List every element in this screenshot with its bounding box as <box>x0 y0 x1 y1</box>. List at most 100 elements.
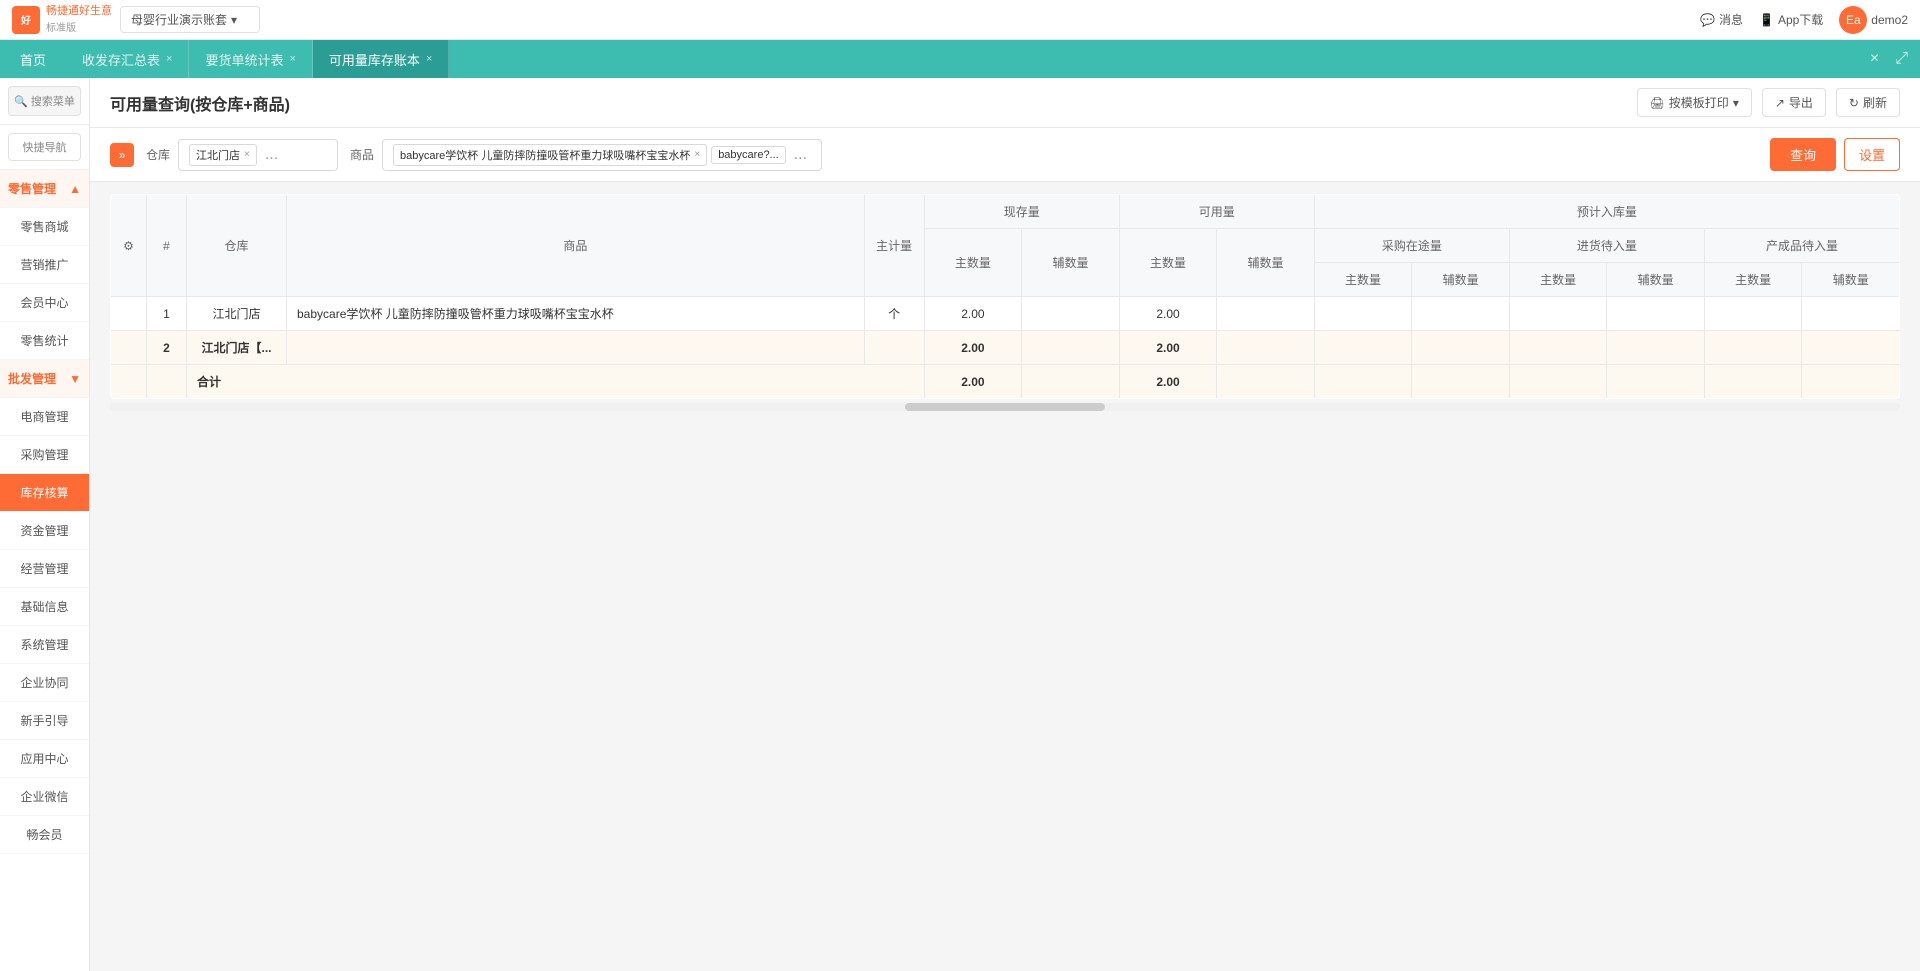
sidebar-item-wholesale-mgmt[interactable]: 批发管理 ▼ <box>0 360 89 398</box>
warehouse-tag: 江北门店 × <box>189 144 257 166</box>
total-prod-aux <box>1802 365 1900 399</box>
close-all-btn[interactable]: × <box>1866 46 1883 72</box>
total-index <box>147 365 187 399</box>
product-tag1-text: babycare学饮杯 儿童防摔防撞吸管杯重力球吸嘴杯宝宝水杯 <box>400 147 690 163</box>
sidebar-item-ecommerce[interactable]: 电商管理 <box>0 398 89 436</box>
query-btn[interactable]: 查询 <box>1770 138 1836 171</box>
quick-nav-btn[interactable]: 快捷导航 <box>8 133 81 161</box>
ecommerce-label: 电商管理 <box>20 408 68 425</box>
row-current-aux <box>1022 297 1120 331</box>
retail-mall-label: 零售商城 <box>20 218 68 235</box>
chevron-down-icon: ▾ <box>231 13 237 27</box>
top-bar-left: 好 畅捷通好生意 标准版 母婴行业演示账套 ▾ <box>12 5 260 33</box>
basic-label: 基础信息 <box>20 598 68 615</box>
avatar-text: Ea <box>1846 13 1861 27</box>
subtotal-prod-aux <box>1802 331 1900 365</box>
operations-label: 经营管理 <box>20 560 68 577</box>
sidebar-item-retail-stats[interactable]: 零售统计 <box>0 322 89 360</box>
refresh-btn[interactable]: ↻ 刷新 <box>1836 88 1900 117</box>
sidebar-item-enterprise[interactable]: 企业协同 <box>0 664 89 702</box>
tab-receive-close[interactable]: × <box>166 53 172 65</box>
page-actions: 🖨 按模板打印 ▾ ↗ 导出 ↻ 刷新 <box>1637 88 1900 117</box>
total-current-main: 2.00 <box>924 365 1022 399</box>
row-settings[interactable] <box>111 297 147 331</box>
th-prod-aux: 辅数量 <box>1802 263 1900 297</box>
filter-bar: » 仓库 江北门店 × ... 商品 babycare学饮杯 儿童防摔防撞吸管杯… <box>90 128 1920 182</box>
sidebar-item-purchase[interactable]: 采购管理 <box>0 436 89 474</box>
tab-home-label: 首页 <box>20 50 46 69</box>
th-warehouse: 仓库 <box>187 195 287 297</box>
logo-icon: 好 <box>12 6 40 34</box>
nav-tabs-right: × ⤢ <box>1866 46 1920 72</box>
message-btn[interactable]: 💬 消息 <box>1700 11 1743 28</box>
expand-filter-btn[interactable]: » <box>110 143 134 167</box>
expand-icon: » <box>119 148 126 162</box>
sidebar-item-basic[interactable]: 基础信息 <box>0 588 89 626</box>
warehouse-more[interactable]: ... <box>261 146 282 164</box>
th-inbound-aux: 辅数量 <box>1607 263 1705 297</box>
th-unit: 主计量 <box>864 195 924 297</box>
sidebar-item-system[interactable]: 系统管理 <box>0 626 89 664</box>
retail-mgmt-label: 零售管理 <box>8 180 56 197</box>
th-inbound-pending: 进货待入量 <box>1509 229 1704 263</box>
sidebar-item-guide[interactable]: 新手引导 <box>0 702 89 740</box>
chevron-icon2: ▼ <box>69 372 81 386</box>
th-index: # <box>147 195 187 297</box>
sidebar-item-operations[interactable]: 经营管理 <box>0 550 89 588</box>
sidebar-item-marketing[interactable]: 营销推广 <box>0 246 89 284</box>
sidebar-item-wechat[interactable]: 企业微信 <box>0 778 89 816</box>
total-purchase-aux <box>1412 365 1510 399</box>
industry-selector[interactable]: 母婴行业演示账套 ▾ <box>120 6 260 33</box>
subtotal-index: 2 <box>147 331 187 365</box>
user-name: demo2 <box>1871 13 1908 27</box>
row-unit: 个 <box>864 297 924 331</box>
sidebar-item-member[interactable]: 会员中心 <box>0 284 89 322</box>
print-btn[interactable]: 🖨 按模板打印 ▾ <box>1637 88 1752 117</box>
total-inbound-main <box>1509 365 1607 399</box>
th-available: 可用量 <box>1119 195 1314 229</box>
marketing-label: 营销推广 <box>20 256 68 273</box>
tab-receive[interactable]: 收发存汇总表 × <box>66 40 189 78</box>
product-more[interactable]: ... <box>790 146 811 164</box>
sidebar-item-retail-mgmt[interactable]: 零售管理 ▲ <box>0 170 89 208</box>
page-title: 可用量查询(按仓库+商品) <box>110 91 290 115</box>
warehouse-input[interactable]: 江北门店 × ... <box>178 139 338 171</box>
warehouse-tag-remove[interactable]: × <box>244 149 250 160</box>
sidebar-item-app-center[interactable]: 应用中心 <box>0 740 89 778</box>
tab-order[interactable]: 要货单统计表 × <box>189 40 312 78</box>
wechat-label: 企业微信 <box>20 788 68 805</box>
total-avail-main: 2.00 <box>1119 365 1217 399</box>
subtotal-current-aux <box>1022 331 1120 365</box>
purchase-label: 采购管理 <box>20 446 68 463</box>
sidebar-item-inventory[interactable]: 库存核算 <box>0 474 89 512</box>
tab-available-close[interactable]: × <box>426 53 432 65</box>
row-product: babycare学饮杯 儿童防摔防撞吸管杯重力球吸嘴杯宝宝水杯 <box>287 297 865 331</box>
th-avail-main: 主数量 <box>1119 229 1217 297</box>
row-prod-main <box>1704 297 1802 331</box>
th-current-aux: 辅数量 <box>1022 229 1120 297</box>
sidebar-item-finance[interactable]: 资金管理 <box>0 512 89 550</box>
app-download-btn[interactable]: 📱 App下载 <box>1759 11 1823 28</box>
subtotal-current-main: 2.00 <box>924 331 1022 365</box>
product-tag1-remove[interactable]: × <box>694 149 700 160</box>
tab-available[interactable]: 可用量库存账本 × <box>313 40 449 78</box>
product-input[interactable]: babycare学饮杯 儿童防摔防撞吸管杯重力球吸嘴杯宝宝水杯 × babyca… <box>382 139 822 171</box>
settings-btn[interactable]: 设置 <box>1844 138 1900 171</box>
sidebar-item-retail-mall[interactable]: 零售商城 <box>0 208 89 246</box>
user-area[interactable]: Ea demo2 <box>1839 6 1908 34</box>
subtotal-avail-aux <box>1217 331 1315 365</box>
app-icon: 📱 <box>1759 13 1774 27</box>
print-label: 按模板打印 <box>1669 94 1729 111</box>
product-tag1: babycare学饮杯 儿童防摔防撞吸管杯重力球吸嘴杯宝宝水杯 × <box>393 144 707 166</box>
th-settings[interactable]: ⚙ <box>111 195 147 297</box>
tab-order-close[interactable]: × <box>289 53 295 65</box>
expand-btn[interactable]: ⤢ <box>1891 46 1912 72</box>
app-download-label: App下载 <box>1778 11 1823 28</box>
search-menu-btn[interactable]: 🔍 搜索菜单 <box>8 86 81 116</box>
tab-home[interactable]: 首页 <box>0 40 66 78</box>
row-warehouse: 江北门店 <box>187 297 287 331</box>
total-current-aux <box>1022 365 1120 399</box>
total-prod-main <box>1704 365 1802 399</box>
sidebar-item-vip[interactable]: 畅会员 <box>0 816 89 854</box>
export-btn[interactable]: ↗ 导出 <box>1762 88 1826 117</box>
